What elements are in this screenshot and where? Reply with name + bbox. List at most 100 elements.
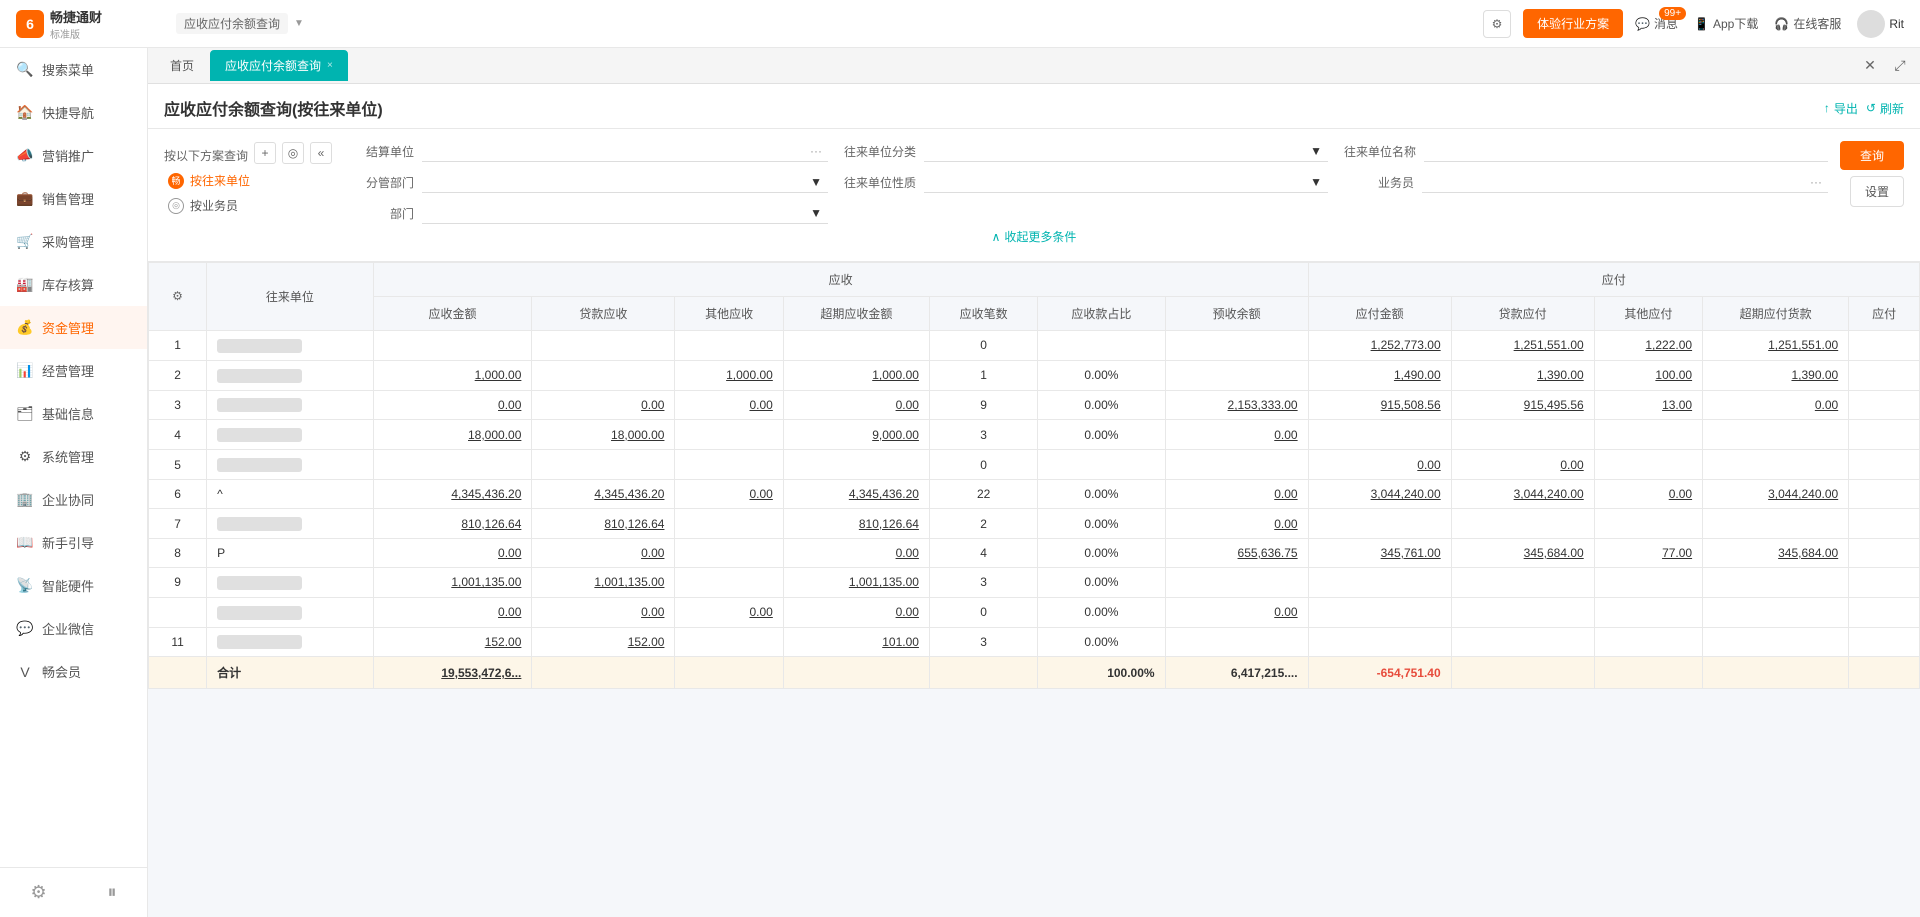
partner-cell: ██████████ bbox=[207, 420, 374, 450]
filter-row-1: 结算单位 ··· 往来单位分类 ▼ bbox=[344, 141, 1828, 162]
unit-nature-input[interactable]: ▼ bbox=[924, 172, 1328, 193]
footer-receivable-total[interactable]: 19,553,472,6... bbox=[373, 657, 532, 689]
sidebar-item-sales[interactable]: 💼 销售管理 bbox=[0, 177, 147, 220]
unit-category-input[interactable]: ▼ bbox=[924, 141, 1328, 162]
table-row: 5██████████00.000.00 bbox=[149, 450, 1920, 480]
sidebar-label-quick-nav: 快捷导航 bbox=[42, 103, 94, 122]
add-scheme-button[interactable]: + bbox=[254, 142, 276, 164]
edit-scheme-button[interactable]: ◎ bbox=[282, 142, 304, 164]
setting-button[interactable]: 设置 bbox=[1850, 176, 1904, 207]
th-overdue-payable: 超期应付货款 bbox=[1703, 297, 1849, 331]
table-row: 7██████████810,126.64810,126.64810,126.6… bbox=[149, 509, 1920, 539]
department-input[interactable]: ▼ bbox=[422, 172, 828, 193]
sidebar-item-member[interactable]: V 畅会员 bbox=[0, 650, 147, 693]
query-button[interactable]: 查询 bbox=[1840, 141, 1904, 170]
table-settings-icon[interactable]: ⚙ bbox=[170, 289, 186, 305]
breadcrumb-text: 应收应付余额查询 bbox=[176, 13, 288, 34]
footer-overdue bbox=[783, 657, 929, 689]
sidebar-item-quick-nav[interactable]: 🏠 快捷导航 bbox=[0, 91, 147, 134]
sidebar-label-system: 系统管理 bbox=[42, 447, 94, 466]
marketing-icon: 📣 bbox=[16, 147, 34, 165]
collapse-button[interactable]: ∧ 收起更多条件 bbox=[992, 228, 1077, 245]
unit-category-arrow-icon: ▼ bbox=[1310, 144, 1322, 158]
sidebar-label-wechat: 企业微信 bbox=[42, 619, 94, 638]
sidebar-item-operation[interactable]: 📊 经营管理 bbox=[0, 349, 147, 392]
unit-nature-arrow-icon: ▼ bbox=[1310, 175, 1322, 189]
dept-input[interactable]: ▼ bbox=[422, 203, 828, 224]
collapse-icon: ∧ bbox=[992, 230, 1001, 244]
tab-close-window-button[interactable]: ✕ bbox=[1858, 54, 1882, 78]
filter-row-3: 部门 ▼ bbox=[344, 203, 1828, 224]
sidebar-item-guide[interactable]: 📖 新手引导 bbox=[0, 521, 147, 564]
sidebar-item-search[interactable]: 🔍 搜索菜单 bbox=[0, 48, 147, 91]
export-icon: ↑ bbox=[1824, 101, 1830, 115]
dept-field: 部门 ▼ bbox=[344, 203, 828, 224]
sidebar-item-smart[interactable]: 📡 智能硬件 bbox=[0, 564, 147, 607]
sidebar-label-finance: 资金管理 bbox=[42, 318, 94, 337]
footer-payable: -654,751.40 bbox=[1308, 657, 1451, 689]
table-row: 1██████████01,252,773.001,251,551.001,22… bbox=[149, 331, 1920, 361]
footer-advance: 6,417,215.... bbox=[1165, 657, 1308, 689]
sidebar-item-basic[interactable]: 🗂 基础信息 bbox=[0, 392, 147, 435]
th-payable-col: 应付 bbox=[1849, 297, 1920, 331]
page-content: 应收应付余额查询(按往来单位) ↑ 导出 ↺ 刷新 bbox=[148, 84, 1920, 917]
sidebar-item-wechat[interactable]: 💬 企业微信 bbox=[0, 607, 147, 650]
unit-name-input[interactable] bbox=[1424, 141, 1828, 162]
sidebar-item-system[interactable]: ⚙ 系统管理 bbox=[0, 435, 147, 478]
dept-arrow-icon: ▼ bbox=[810, 206, 822, 220]
page-header: 应收应付余额查询(按往来单位) ↑ 导出 ↺ 刷新 bbox=[148, 84, 1920, 129]
collapse-scheme-button[interactable]: « bbox=[310, 142, 332, 164]
refresh-icon: ↺ bbox=[1866, 101, 1876, 115]
messages-button[interactable]: 💬 消息 99+ bbox=[1635, 15, 1678, 32]
settlement-unit-input[interactable]: ··· bbox=[422, 141, 828, 162]
th-other-receivable: 其他应收 bbox=[675, 297, 783, 331]
online-service-button[interactable]: 🎧 在线客服 bbox=[1774, 15, 1841, 32]
logo-name: 畅捷通财 bbox=[50, 7, 102, 26]
sidebar-item-purchase[interactable]: 🛒 采购管理 bbox=[0, 220, 147, 263]
content-area: 首页 应收应付余额查询 × ✕ ⤢ 应收应付余额查询(按往来单位) ↑ 导出 bbox=[148, 48, 1920, 917]
tab-home[interactable]: 首页 bbox=[156, 51, 208, 80]
sidebar-item-marketing[interactable]: 📣 营销推广 bbox=[0, 134, 147, 177]
tab-bar: 首页 应收应付余额查询 × ✕ ⤢ bbox=[148, 48, 1920, 84]
unit-nature-field: 往来单位性质 ▼ bbox=[844, 172, 1328, 193]
scheme-icon-salesperson: ◎ bbox=[168, 198, 184, 214]
tab-right-buttons: ✕ ⤢ bbox=[1858, 54, 1912, 78]
sidebar-label-basic: 基础信息 bbox=[42, 404, 94, 423]
main-layout: 🔍 搜索菜单 🏠 快捷导航 📣 营销推广 💼 销售管理 🛒 采购管理 🏭 库存核… bbox=[0, 48, 1920, 917]
tab-maximize-button[interactable]: ⤢ bbox=[1888, 54, 1912, 78]
sidebar-label-marketing: 营销推广 bbox=[42, 146, 94, 165]
partner-cell: ██████████ bbox=[207, 567, 374, 597]
tab-close-button[interactable]: × bbox=[327, 60, 333, 71]
th-receivable-group: 应收 bbox=[373, 263, 1308, 297]
sidebar-item-inventory[interactable]: 🏭 库存核算 bbox=[0, 263, 147, 306]
settings-icon[interactable]: ⚙ bbox=[1483, 10, 1511, 38]
finance-icon: 💰 bbox=[16, 319, 34, 337]
user-area[interactable]: Rit bbox=[1857, 10, 1904, 38]
salesperson-input[interactable]: ··· bbox=[1422, 172, 1828, 193]
scheme-icon-partner: 畅 bbox=[168, 173, 184, 189]
sidebar-settings-button[interactable]: ⚙ bbox=[24, 876, 52, 909]
sidebar-collapse-button[interactable]: ⏸ bbox=[102, 876, 123, 909]
footer-other bbox=[675, 657, 783, 689]
scheme-label-salesperson: 按业务员 bbox=[190, 197, 238, 214]
partner-cell: ██████████ bbox=[207, 450, 374, 480]
solution-button[interactable]: 体验行业方案 bbox=[1523, 9, 1623, 38]
tab-active[interactable]: 应收应付余额查询 × bbox=[210, 50, 348, 81]
system-icon: ⚙ bbox=[16, 448, 34, 466]
scheme-option-salesperson[interactable]: ◎ 按业务员 bbox=[164, 195, 332, 216]
scheme-option-partner[interactable]: 畅 按往来单位 bbox=[164, 170, 332, 191]
unit-category-label: 往来单位分类 bbox=[844, 143, 916, 160]
top-bar: 6 畅捷通财 标准版 应收应付余额查询 ▼ ⚙ 体验行业方案 💬 消息 99+ … bbox=[0, 0, 1920, 48]
department-label: 分管部门 bbox=[344, 174, 414, 191]
scheme-label: 按以下方案查询 bbox=[164, 141, 248, 164]
sidebar-item-enterprise[interactable]: 🏢 企业协同 bbox=[0, 478, 147, 521]
sidebar-label-enterprise: 企业协同 bbox=[42, 490, 94, 509]
export-button[interactable]: ↑ 导出 bbox=[1824, 100, 1858, 117]
purchase-icon: 🛒 bbox=[16, 233, 34, 251]
app-download-button[interactable]: 📱 App下载 bbox=[1694, 15, 1758, 32]
sidebar-item-finance[interactable]: 💰 资金管理 bbox=[0, 306, 147, 349]
page-title: 应收应付余额查询(按往来单位) bbox=[164, 96, 383, 120]
member-icon: V bbox=[16, 663, 34, 681]
refresh-button[interactable]: ↺ 刷新 bbox=[1866, 100, 1904, 117]
smart-icon: 📡 bbox=[16, 577, 34, 595]
